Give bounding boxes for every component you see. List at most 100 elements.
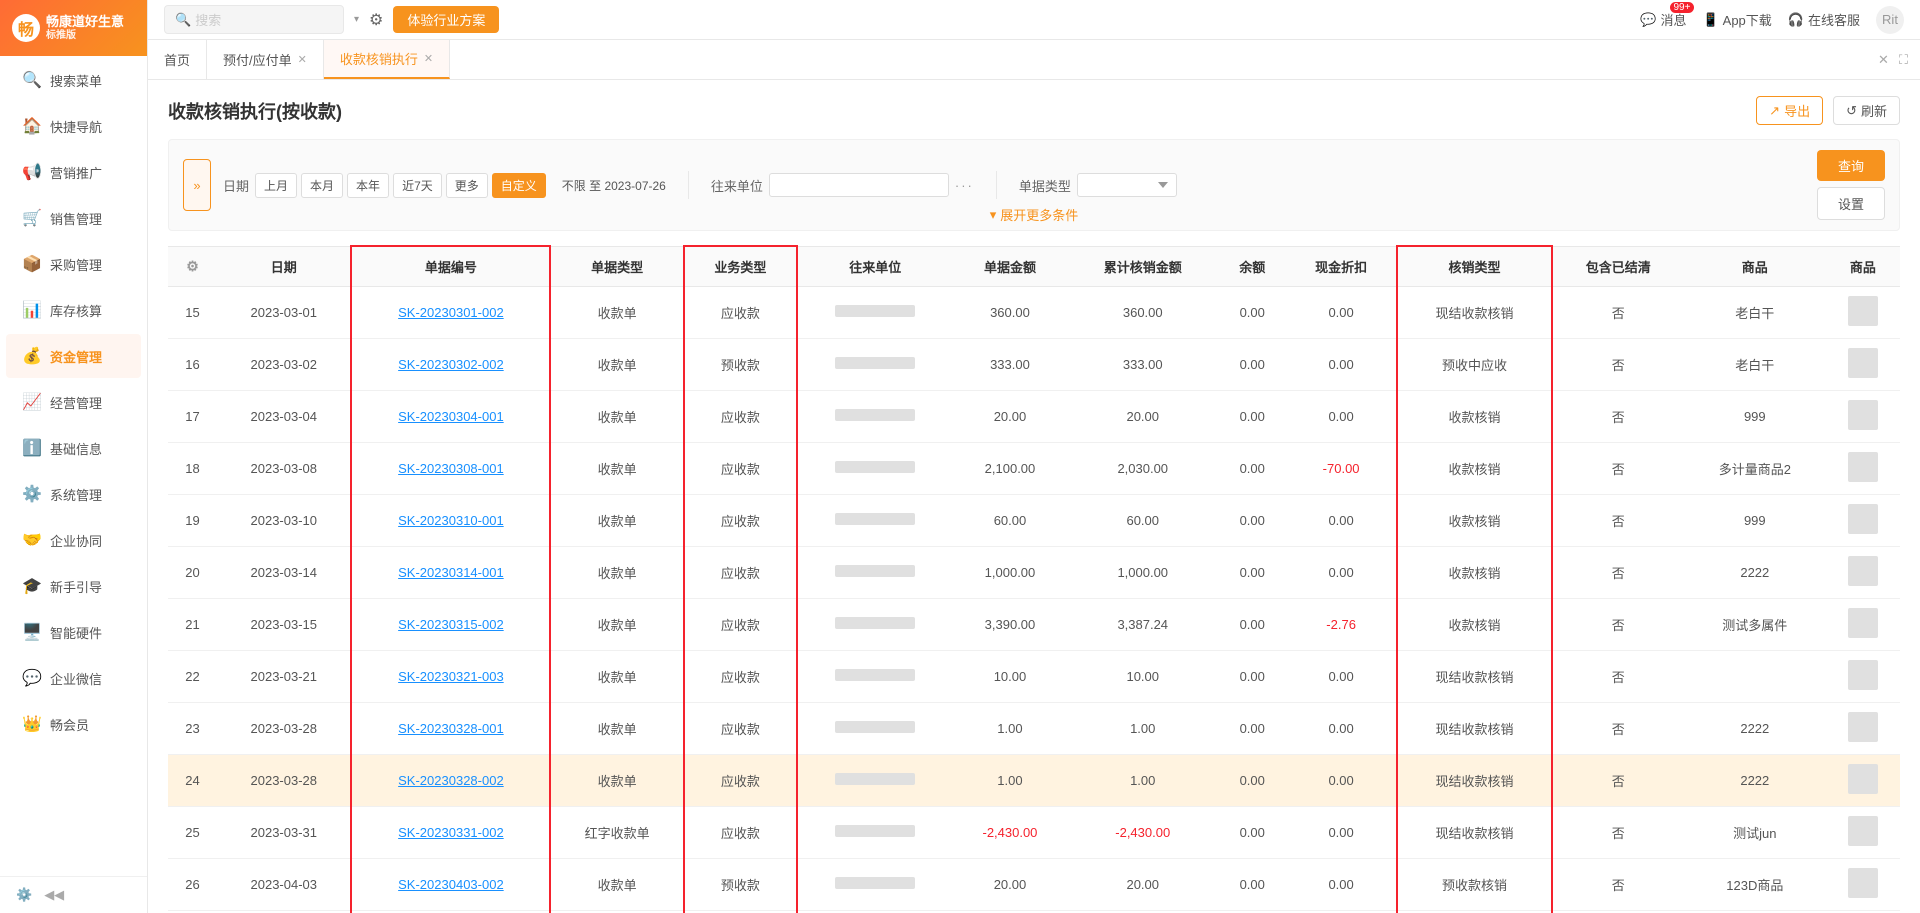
cell-discount: -2.76 xyxy=(1286,599,1397,651)
sidebar-item-system[interactable]: ⚙️ 系统管理 xyxy=(6,472,141,516)
dropdown-arrow-icon[interactable]: ▾ xyxy=(354,14,359,25)
filter-bar: » 日期 上月 本月 本年 近7天 更多 自定义 xyxy=(168,139,1900,231)
table-row: 25 2023-03-31 SK-20230331-002 红字收款单 应收款 … xyxy=(168,807,1900,859)
order-link[interactable]: SK-20230310-001 xyxy=(398,513,504,528)
settings-button[interactable]: 设置 xyxy=(1817,187,1885,220)
date-prev-month[interactable]: 上月 xyxy=(255,173,297,198)
tab-prepay-order[interactable]: 预付/应付单 ✕ xyxy=(207,40,324,79)
refresh-button[interactable]: ↺ 刷新 xyxy=(1833,96,1900,125)
cell-cumulative: -2,430.00 xyxy=(1067,807,1218,859)
order-type-select[interactable] xyxy=(1077,173,1177,197)
sidebar-item-basic-info[interactable]: ℹ️ 基础信息 xyxy=(6,426,141,470)
sidebar-item-search-menu[interactable]: 🔍 搜索菜单 xyxy=(6,58,141,102)
notification-button[interactable]: 💬 消息 99+ xyxy=(1640,10,1686,29)
cell-balance: 0.00 xyxy=(1218,443,1286,495)
col-discount: 现金折扣 xyxy=(1286,246,1397,287)
cell-amount: 20.00 xyxy=(953,391,1067,443)
cell-verify-type: 预收中应收 xyxy=(1397,339,1552,391)
date-custom[interactable]: 自定义 xyxy=(492,173,546,198)
cell-product1: 老白干 xyxy=(1684,339,1826,391)
order-link[interactable]: SK-20230301-002 xyxy=(398,305,504,320)
sidebar-item-member[interactable]: 👑 畅会员 xyxy=(6,702,141,746)
date-7days[interactable]: 近7天 xyxy=(393,173,442,198)
cell-cumulative: 10.00 xyxy=(1067,651,1218,703)
cell-order-type: 收款单 xyxy=(550,339,684,391)
sidebar-bottom: ⚙️ ◀◀ xyxy=(0,876,147,913)
sidebar-item-finance[interactable]: 💰 资金管理 xyxy=(6,334,141,378)
sidebar-label-guide: 新手引导 xyxy=(50,577,102,596)
tab-home[interactable]: 首页 xyxy=(148,40,207,79)
data-table: ⚙ 日期 单据编号 单据类型 业务类型 往来单位 单据金额 累计核销金额 余额 … xyxy=(168,245,1900,913)
date-this-month[interactable]: 本月 xyxy=(301,173,343,198)
partner-input[interactable] xyxy=(769,173,949,197)
date-this-year[interactable]: 本年 xyxy=(347,173,389,198)
partner-search-dots[interactable]: ··· xyxy=(955,178,974,193)
order-link[interactable]: SK-20230304-001 xyxy=(398,409,504,424)
cell-date: 2023-03-21 xyxy=(217,651,351,703)
inventory-icon: 📊 xyxy=(22,300,42,320)
order-link[interactable]: SK-20230328-001 xyxy=(398,721,504,736)
tab-close-prepay[interactable]: ✕ xyxy=(298,53,307,66)
cell-biz-type: 应收款 xyxy=(684,391,797,443)
expand-more-button[interactable]: ▾ 展开更多条件 xyxy=(990,205,1079,224)
order-link[interactable]: SK-20230314-001 xyxy=(398,565,504,580)
filter-order-type-field: 单据类型 xyxy=(1019,173,1177,197)
collapse-icon[interactable]: ◀◀ xyxy=(44,887,64,903)
order-link[interactable]: SK-20230302-002 xyxy=(398,357,504,372)
tab-close-collection[interactable]: ✕ xyxy=(424,52,433,65)
date-more[interactable]: 更多 xyxy=(446,173,488,198)
table-row: 21 2023-03-15 SK-20230315-002 收款单 应收款 3,… xyxy=(168,599,1900,651)
cell-no: 18 xyxy=(168,443,217,495)
online-service-button[interactable]: 🎧 在线客服 xyxy=(1788,10,1860,29)
sidebar-item-purchase[interactable]: 📦 采购管理 xyxy=(6,242,141,286)
sidebar-item-inventory[interactable]: 📊 库存核算 xyxy=(6,288,141,332)
cell-biz-type: 应收款 xyxy=(684,443,797,495)
cell-amount: -2,430.00 xyxy=(953,807,1067,859)
order-link[interactable]: SK-20230328-002 xyxy=(398,773,504,788)
sidebar-label-system: 系统管理 xyxy=(50,485,102,504)
cell-cumulative: 1,000.00 xyxy=(1067,547,1218,599)
sidebar-item-guide[interactable]: 🎓 新手引导 xyxy=(6,564,141,608)
order-link[interactable]: SK-20230331-002 xyxy=(398,825,504,840)
solution-button[interactable]: 体验行业方案 xyxy=(393,6,499,33)
cell-discount: 0.00 xyxy=(1286,547,1397,599)
sidebar-item-collab[interactable]: 🤝 企业协同 xyxy=(6,518,141,562)
cell-discount: 0.00 xyxy=(1286,859,1397,911)
cell-product1: 老白干 xyxy=(1684,287,1826,339)
cell-discount: 0.00 xyxy=(1286,651,1397,703)
cell-cumulative: 333.00 xyxy=(1067,339,1218,391)
topbar-right: 💬 消息 99+ 📱 App下载 🎧 在线客服 Rit xyxy=(1640,6,1904,34)
cell-biz-type: 应收款 xyxy=(684,287,797,339)
settings-icon[interactable]: ⚙️ xyxy=(16,887,32,903)
gear-icon[interactable]: ⚙ xyxy=(369,10,383,30)
order-link[interactable]: SK-20230315-002 xyxy=(398,617,504,632)
filter-expand-button[interactable]: » xyxy=(183,159,211,211)
cell-balance: 0.00 xyxy=(1218,391,1286,443)
query-button[interactable]: 查询 xyxy=(1817,150,1885,181)
cell-order-no: SK-20230321-003 xyxy=(351,651,550,703)
sidebar-item-operations[interactable]: 📈 经营管理 xyxy=(6,380,141,424)
tab-collection-exec[interactable]: 收款核销执行 ✕ xyxy=(324,40,450,79)
tab-expand-icon[interactable]: ⛶ xyxy=(1899,52,1908,68)
hardware-icon: 🖥️ xyxy=(22,622,42,642)
sidebar-item-marketing[interactable]: 📢 营销推广 xyxy=(6,150,141,194)
col-settings[interactable]: ⚙ xyxy=(168,246,217,287)
export-button[interactable]: ↗ 导出 xyxy=(1756,96,1823,125)
tab-close-all-icon[interactable]: ✕ xyxy=(1878,52,1889,68)
cell-order-type: 收款单 xyxy=(550,287,684,339)
cell-no: 21 xyxy=(168,599,217,651)
order-link[interactable]: SK-20230321-003 xyxy=(398,669,504,684)
sidebar-item-wechat[interactable]: 💬 企业微信 xyxy=(6,656,141,700)
cell-product2 xyxy=(1826,391,1900,443)
sidebar-item-sales[interactable]: 🛒 销售管理 xyxy=(6,196,141,240)
order-link[interactable]: SK-20230403-002 xyxy=(398,877,504,892)
sidebar-item-hardware[interactable]: 🖥️ 智能硬件 xyxy=(6,610,141,654)
tabbar-actions: ✕ ⛶ xyxy=(1866,40,1920,79)
sidebar-item-quick-nav[interactable]: 🏠 快捷导航 xyxy=(6,104,141,148)
cell-date: 2023-03-04 xyxy=(217,391,351,443)
avatar[interactable]: Rit xyxy=(1876,6,1904,34)
order-link[interactable]: SK-20230308-001 xyxy=(398,461,504,476)
cell-partner xyxy=(797,755,953,807)
app-download-button[interactable]: 📱 App下载 xyxy=(1702,10,1771,29)
cell-discount: 0.00 xyxy=(1286,703,1397,755)
